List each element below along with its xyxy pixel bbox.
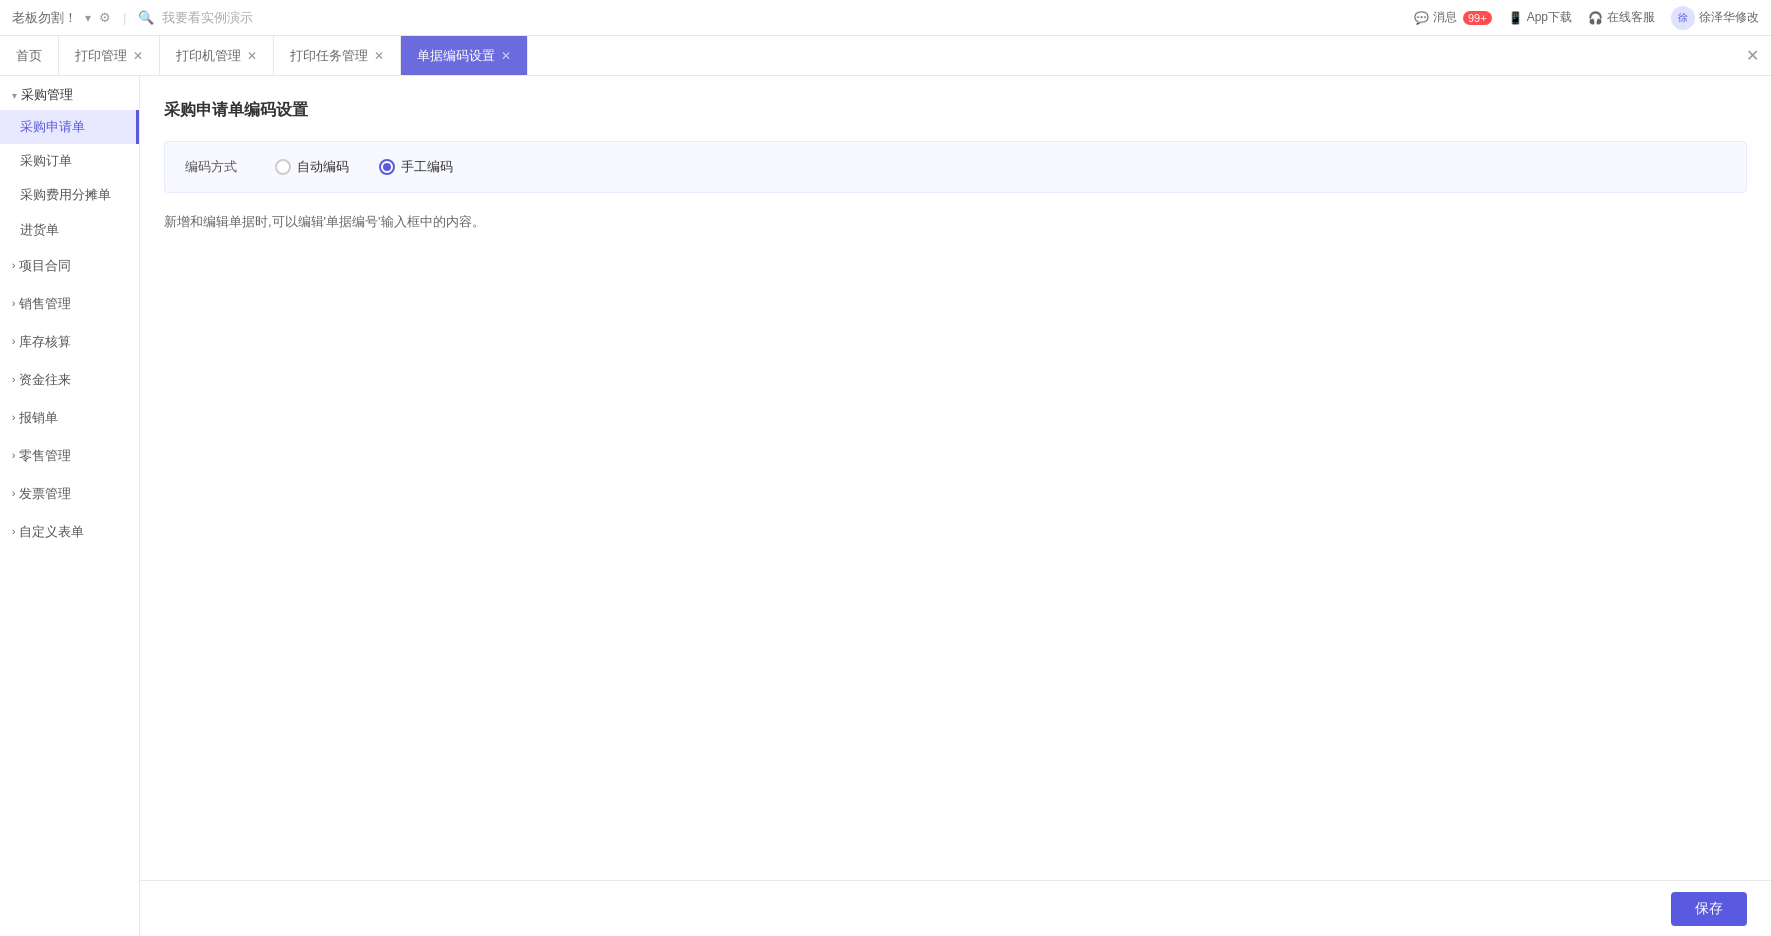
- sidebar-group-custom-form[interactable]: › 自定义表单: [0, 513, 139, 551]
- chevron-right-icon: ›: [12, 412, 15, 423]
- sidebar-group-retail[interactable]: › 零售管理: [0, 437, 139, 475]
- manual-coding-label: 手工编码: [401, 158, 453, 176]
- tab-print-manage-label: 打印管理: [75, 47, 127, 65]
- main-layout: ▾ 采购管理 采购申请单 采购订单 采购费用分摊单 进货单 › 项目合同 › 销…: [0, 76, 1771, 936]
- tab-single-code-label: 单据编码设置: [417, 47, 495, 65]
- tab-home[interactable]: 首页: [0, 36, 59, 75]
- phone-icon: 📱: [1508, 11, 1523, 25]
- top-bar-left: 老板勿割！ ▾ ⚙ | 🔍 我要看实例演示: [12, 9, 253, 27]
- gear-icon[interactable]: ⚙: [99, 10, 111, 25]
- message-badge: 99+: [1463, 11, 1492, 25]
- top-bar: 老板勿割！ ▾ ⚙ | 🔍 我要看实例演示 💬 消息 99+ 📱 App下载 🎧…: [0, 0, 1771, 36]
- chevron-down-icon: ▾: [12, 90, 17, 101]
- tab-print-task-label: 打印任务管理: [290, 47, 368, 65]
- chevron-down-icon[interactable]: ▾: [85, 11, 91, 25]
- auto-coding-label: 自动编码: [297, 158, 349, 176]
- sidebar-item-purchase-request[interactable]: 采购申请单: [0, 110, 139, 144]
- online-service-button[interactable]: 🎧 在线客服: [1588, 9, 1655, 26]
- sidebar-group-purchase[interactable]: ▾ 采购管理: [0, 76, 139, 110]
- sidebar-group-expense[interactable]: › 报销单: [0, 399, 139, 437]
- sidebar-group-invoice-label: 发票管理: [19, 485, 71, 503]
- sidebar-group-expense-label: 报销单: [19, 409, 58, 427]
- tab-print-manage-close[interactable]: ✕: [133, 49, 143, 63]
- tab-print-task[interactable]: 打印任务管理 ✕: [274, 36, 401, 75]
- tab-print-task-close[interactable]: ✕: [374, 49, 384, 63]
- hint-text: 新增和编辑单据时,可以编辑'单据编号'输入框中的内容。: [164, 213, 1747, 231]
- chevron-right-icon: ›: [12, 526, 15, 537]
- app-title: 老板勿割！: [12, 9, 77, 27]
- manual-coding-option[interactable]: 手工编码: [379, 158, 453, 176]
- sidebar-group-contract[interactable]: › 项目合同: [0, 247, 139, 285]
- chevron-right-icon: ›: [12, 450, 15, 461]
- tab-printer-manage[interactable]: 打印机管理 ✕: [160, 36, 274, 75]
- sidebar-group-inventory-label: 库存核算: [19, 333, 71, 351]
- sidebar-group-finance[interactable]: › 资金往来: [0, 361, 139, 399]
- auto-coding-option[interactable]: 自动编码: [275, 158, 349, 176]
- tab-print-manage[interactable]: 打印管理 ✕: [59, 36, 160, 75]
- chevron-right-icon: ›: [12, 336, 15, 347]
- chevron-right-icon: ›: [12, 374, 15, 385]
- app-download-button[interactable]: 📱 App下载: [1508, 9, 1572, 26]
- message-icon: 💬: [1414, 11, 1429, 25]
- search-icon: 🔍: [138, 10, 154, 25]
- chevron-right-icon: ›: [12, 488, 15, 499]
- sidebar-group-sales-label: 销售管理: [19, 295, 71, 313]
- tab-single-code[interactable]: 单据编码设置 ✕: [401, 36, 528, 75]
- auto-coding-radio[interactable]: [275, 159, 291, 175]
- tab-single-code-close[interactable]: ✕: [501, 49, 511, 63]
- tab-printer-manage-close[interactable]: ✕: [247, 49, 257, 63]
- coding-label: 编码方式: [185, 158, 245, 176]
- bottom-bar: 保存: [140, 880, 1771, 936]
- sidebar-group-inventory[interactable]: › 库存核算: [0, 323, 139, 361]
- message-button[interactable]: 💬 消息 99+: [1414, 9, 1492, 26]
- avatar: 徐: [1671, 6, 1695, 30]
- page-title: 采购申请单编码设置: [164, 100, 1747, 121]
- headset-icon: 🎧: [1588, 11, 1603, 25]
- sidebar: ▾ 采购管理 采购申请单 采购订单 采购费用分摊单 进货单 › 项目合同 › 销…: [0, 76, 140, 936]
- top-bar-right: 💬 消息 99+ 📱 App下载 🎧 在线客服 徐 徐泽华修改: [1414, 6, 1759, 30]
- search-placeholder[interactable]: 我要看实例演示: [162, 9, 253, 27]
- tab-home-label: 首页: [16, 47, 42, 65]
- sidebar-item-purchase-expense[interactable]: 采购费用分摊单: [0, 178, 139, 212]
- sidebar-group-custom-form-label: 自定义表单: [19, 523, 84, 541]
- manual-coding-radio[interactable]: [379, 159, 395, 175]
- sidebar-group-finance-label: 资金往来: [19, 371, 71, 389]
- sidebar-group-contract-label: 项目合同: [19, 257, 71, 275]
- coding-section: 编码方式 自动编码 手工编码: [164, 141, 1747, 193]
- coding-row: 编码方式 自动编码 手工编码: [185, 158, 1726, 176]
- user-menu[interactable]: 徐 徐泽华修改: [1671, 6, 1759, 30]
- sidebar-group-invoice[interactable]: › 发票管理: [0, 475, 139, 513]
- content-inner: 采购申请单编码设置 编码方式 自动编码 手工编码 新增和编辑单据时,可以编辑'单…: [140, 76, 1771, 880]
- chevron-right-icon: ›: [12, 260, 15, 271]
- chevron-right-icon: ›: [12, 298, 15, 309]
- sidebar-group-purchase-label: 采购管理: [21, 86, 73, 104]
- tab-printer-manage-label: 打印机管理: [176, 47, 241, 65]
- sidebar-group-sales[interactable]: › 销售管理: [0, 285, 139, 323]
- tab-bar: 首页 打印管理 ✕ 打印机管理 ✕ 打印任务管理 ✕ 单据编码设置 ✕ ✕: [0, 36, 1771, 76]
- sidebar-group-retail-label: 零售管理: [19, 447, 71, 465]
- content-area: 采购申请单编码设置 编码方式 自动编码 手工编码 新增和编辑单据时,可以编辑'单…: [140, 76, 1771, 936]
- sidebar-item-stock-in[interactable]: 进货单: [0, 213, 139, 247]
- tab-bar-close-all[interactable]: ✕: [1734, 36, 1771, 75]
- save-button[interactable]: 保存: [1671, 892, 1747, 926]
- sidebar-item-purchase-order[interactable]: 采购订单: [0, 144, 139, 178]
